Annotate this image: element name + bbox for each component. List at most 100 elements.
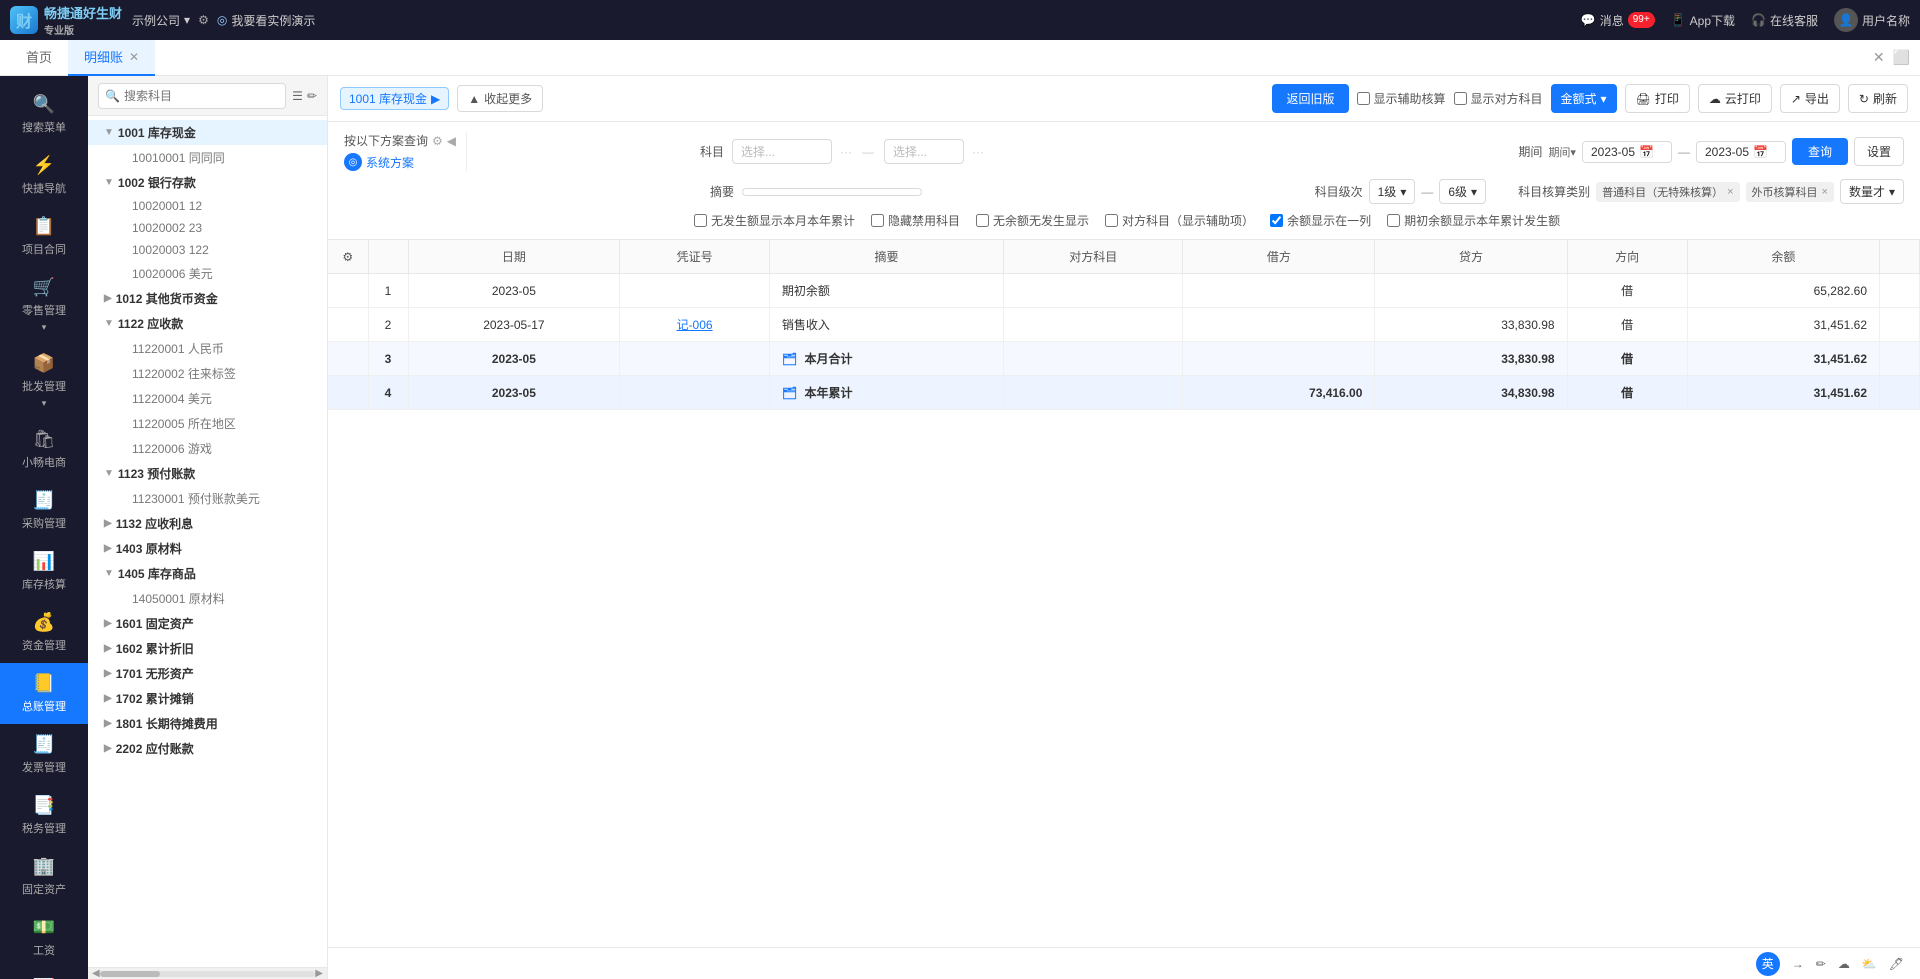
tree-item-1801[interactable]: ▶ 1801 长期待摊费用 xyxy=(88,711,327,736)
status-icon-cloud2[interactable]: ⛅ xyxy=(1862,957,1877,971)
demo-link[interactable]: ◎ 我要看实例演示 xyxy=(217,12,316,29)
tree-item-10020003[interactable]: 10020003 122 xyxy=(88,239,327,261)
tree-item-2202[interactable]: ▶ 2202 应付账款 xyxy=(88,736,327,761)
online-service-btn[interactable]: 🎧 在线客服 xyxy=(1751,12,1818,29)
checkbox-opening-balance[interactable]: 期初余额显示本年累计发生额 xyxy=(1387,212,1560,229)
level-to-select[interactable]: 6级 ▾ xyxy=(1439,179,1486,204)
tree-item-11220001[interactable]: 11220001 人民币 xyxy=(88,336,327,361)
scroll-left-btn[interactable]: ◀ xyxy=(92,968,100,979)
checkbox-hide-disabled[interactable]: 隐藏禁用科目 xyxy=(871,212,960,229)
export-btn[interactable]: ↗ 导出 xyxy=(1780,84,1840,113)
tree-item-1701[interactable]: ▶ 1701 无形资产 xyxy=(88,661,327,686)
tree-item-14050001[interactable]: 14050001 原材料 xyxy=(88,586,327,611)
tree-item-11220005[interactable]: 11220005 所在地区 xyxy=(88,411,327,436)
notification-btn[interactable]: 💬 消息 99+ xyxy=(1581,12,1655,29)
tree-item-1002[interactable]: ▼ 1002 银行存款 xyxy=(88,170,327,195)
checkbox-no-amount[interactable]: 无发生额显示本月本年累计 xyxy=(694,212,855,229)
tree-item-10020006[interactable]: 10020006 美元 xyxy=(88,261,327,286)
status-icon-arrow[interactable]: → xyxy=(1792,957,1804,971)
tag-close-2[interactable]: × xyxy=(1822,186,1828,198)
quantity-select[interactable]: 数量才 ▾ xyxy=(1840,179,1904,204)
status-icon-cloud[interactable]: ☁ xyxy=(1838,957,1850,971)
tree-item-1702[interactable]: ▶ 1702 累计摊销 xyxy=(88,686,327,711)
show-opposite-input[interactable] xyxy=(1454,92,1467,105)
nav-item-quick[interactable]: ⚡ 快捷导航 xyxy=(0,145,88,206)
return-old-btn[interactable]: 返回旧版 xyxy=(1272,84,1348,113)
period-to-input[interactable]: 2023-05 📅 xyxy=(1696,141,1786,163)
nav-item-project[interactable]: 📋 项目合同 xyxy=(0,206,88,267)
refresh-btn[interactable]: ↻ 刷新 xyxy=(1848,84,1908,113)
voucher-link[interactable]: 记-006 xyxy=(677,318,713,332)
status-icon-pen[interactable]: 🖊 xyxy=(1889,957,1904,971)
tree-item-1122[interactable]: ▼ 1122 应收款 xyxy=(88,311,327,336)
show-opposite-checkbox[interactable]: 显示对方科目 xyxy=(1454,90,1543,107)
account-panel-add-icon[interactable]: ✏ xyxy=(307,89,317,103)
nav-item-finance[interactable]: 💰 资金管理 xyxy=(0,602,88,663)
nav-item-tax[interactable]: 📑 税务管理 xyxy=(0,785,88,846)
account-panel-menu-icon[interactable]: ☰ xyxy=(292,89,303,103)
company-dropdown[interactable]: 示例公司 ▾ xyxy=(132,12,190,29)
nav-item-search[interactable]: 🔍 搜索菜单 xyxy=(0,84,88,145)
tab-detail[interactable]: 明细账 ✕ xyxy=(68,40,155,76)
tree-item-10020002[interactable]: 10020002 23 xyxy=(88,217,327,239)
nav-item-salary[interactable]: 💵 工资 xyxy=(0,907,88,968)
tree-item-10010001[interactable]: 10010001 同同同 xyxy=(88,145,327,170)
account-filter-input2[interactable]: 选择... xyxy=(884,139,964,164)
checkbox-balance-col[interactable]: 余额显示在一列 xyxy=(1270,212,1371,229)
col-settings[interactable]: ⚙ xyxy=(328,240,368,274)
settings-icon[interactable]: ⚙ xyxy=(198,13,209,27)
window-maximize-btn[interactable]: ⬜ xyxy=(1893,49,1910,66)
system-plan-item[interactable]: ◎ 系统方案 xyxy=(344,153,456,171)
nav-item-operations[interactable]: 📈 经营管理 xyxy=(0,968,88,979)
format-dropdown[interactable]: 金额式 ▾ xyxy=(1551,84,1617,113)
show-aux-input[interactable] xyxy=(1357,92,1370,105)
tree-item-11230001[interactable]: 11230001 预付账款美元 xyxy=(88,486,327,511)
filter-settings-btn[interactable]: 设置 xyxy=(1854,137,1904,166)
query-btn[interactable]: 查询 xyxy=(1792,138,1848,165)
nav-item-invoice[interactable]: 🧾 发票管理 xyxy=(0,724,88,785)
app-download-btn[interactable]: 📱 App下载 xyxy=(1671,12,1735,29)
nav-item-wholesale[interactable]: 📦 批发管理 ▾ xyxy=(0,343,88,419)
tree-item-11220006[interactable]: 11220006 游戏 xyxy=(88,436,327,461)
calendar-from-icon[interactable]: 📅 xyxy=(1639,145,1654,159)
level-from-select[interactable]: 1级 ▾ xyxy=(1369,179,1416,204)
tree-item-1602[interactable]: ▶ 1602 累计折旧 xyxy=(88,636,327,661)
row2-voucher[interactable]: 记-006 xyxy=(620,308,770,342)
checkbox-opposite[interactable]: 对方科目（显示辅助项） xyxy=(1105,212,1254,229)
scroll-right-btn[interactable]: ▶ xyxy=(315,968,323,979)
tag-close-1[interactable]: × xyxy=(1727,186,1733,198)
user-avatar[interactable]: 👤 用户名称 xyxy=(1834,8,1910,32)
nav-item-ledger[interactable]: 📒 总账管理 xyxy=(0,663,88,724)
tree-item-11220002[interactable]: 11220002 往来标签 xyxy=(88,361,327,386)
tree-item-1123[interactable]: ▼ 1123 预付账款 xyxy=(88,461,327,486)
calendar-to-icon[interactable]: 📅 xyxy=(1753,145,1768,159)
summary-input[interactable] xyxy=(742,188,922,196)
tree-item-1001[interactable]: ▼ 1001 库存现金 xyxy=(88,120,327,145)
tree-item-11220004[interactable]: 11220004 美元 xyxy=(88,386,327,411)
nav-item-purchase[interactable]: 🧾 采购管理 xyxy=(0,480,88,541)
nav-item-inventory[interactable]: 📊 库存核算 xyxy=(0,541,88,602)
expand-btn[interactable]: ▲ 收起更多 xyxy=(457,85,543,112)
print-btn[interactable]: 🖨 打印 xyxy=(1625,84,1690,113)
account-panel-scrollbar[interactable]: ◀ ▶ xyxy=(88,967,327,979)
query-settings-icon[interactable]: ⚙ xyxy=(432,134,443,148)
tab-home[interactable]: 首页 xyxy=(10,40,68,76)
tree-item-1601[interactable]: ▶ 1601 固定资产 xyxy=(88,611,327,636)
tree-item-1132[interactable]: ▶ 1132 应收利息 xyxy=(88,511,327,536)
tree-item-10020001[interactable]: 10020001 12 xyxy=(88,195,327,217)
cloud-print-btn[interactable]: ☁ 云打印 xyxy=(1698,84,1772,113)
nav-item-retail[interactable]: 🛒 零售管理 ▾ xyxy=(0,267,88,343)
nav-item-fixed-assets[interactable]: 🏢 固定资产 xyxy=(0,846,88,907)
query-collapse-icon[interactable]: ◀ xyxy=(447,134,456,148)
account-search-input[interactable] xyxy=(124,89,279,103)
checkbox-no-balance[interactable]: 无余额无发生显示 xyxy=(976,212,1089,229)
account-search-box[interactable]: 🔍 xyxy=(98,83,286,109)
tree-item-1012[interactable]: ▶ 1012 其他货币资金 xyxy=(88,286,327,311)
nav-item-ecommerce[interactable]: 🛍 小畅电商 xyxy=(0,419,88,480)
status-icon-edit[interactable]: ✏ xyxy=(1816,957,1826,971)
window-close-btn[interactable]: ✕ xyxy=(1873,49,1885,66)
tree-item-1405[interactable]: ▼ 1405 库存商品 xyxy=(88,561,327,586)
tree-item-1403[interactable]: ▶ 1403 原材料 xyxy=(88,536,327,561)
show-aux-checkbox[interactable]: 显示辅助核算 xyxy=(1357,90,1446,107)
selected-account-tag[interactable]: 1001 库存现金 ▶ xyxy=(340,87,449,110)
